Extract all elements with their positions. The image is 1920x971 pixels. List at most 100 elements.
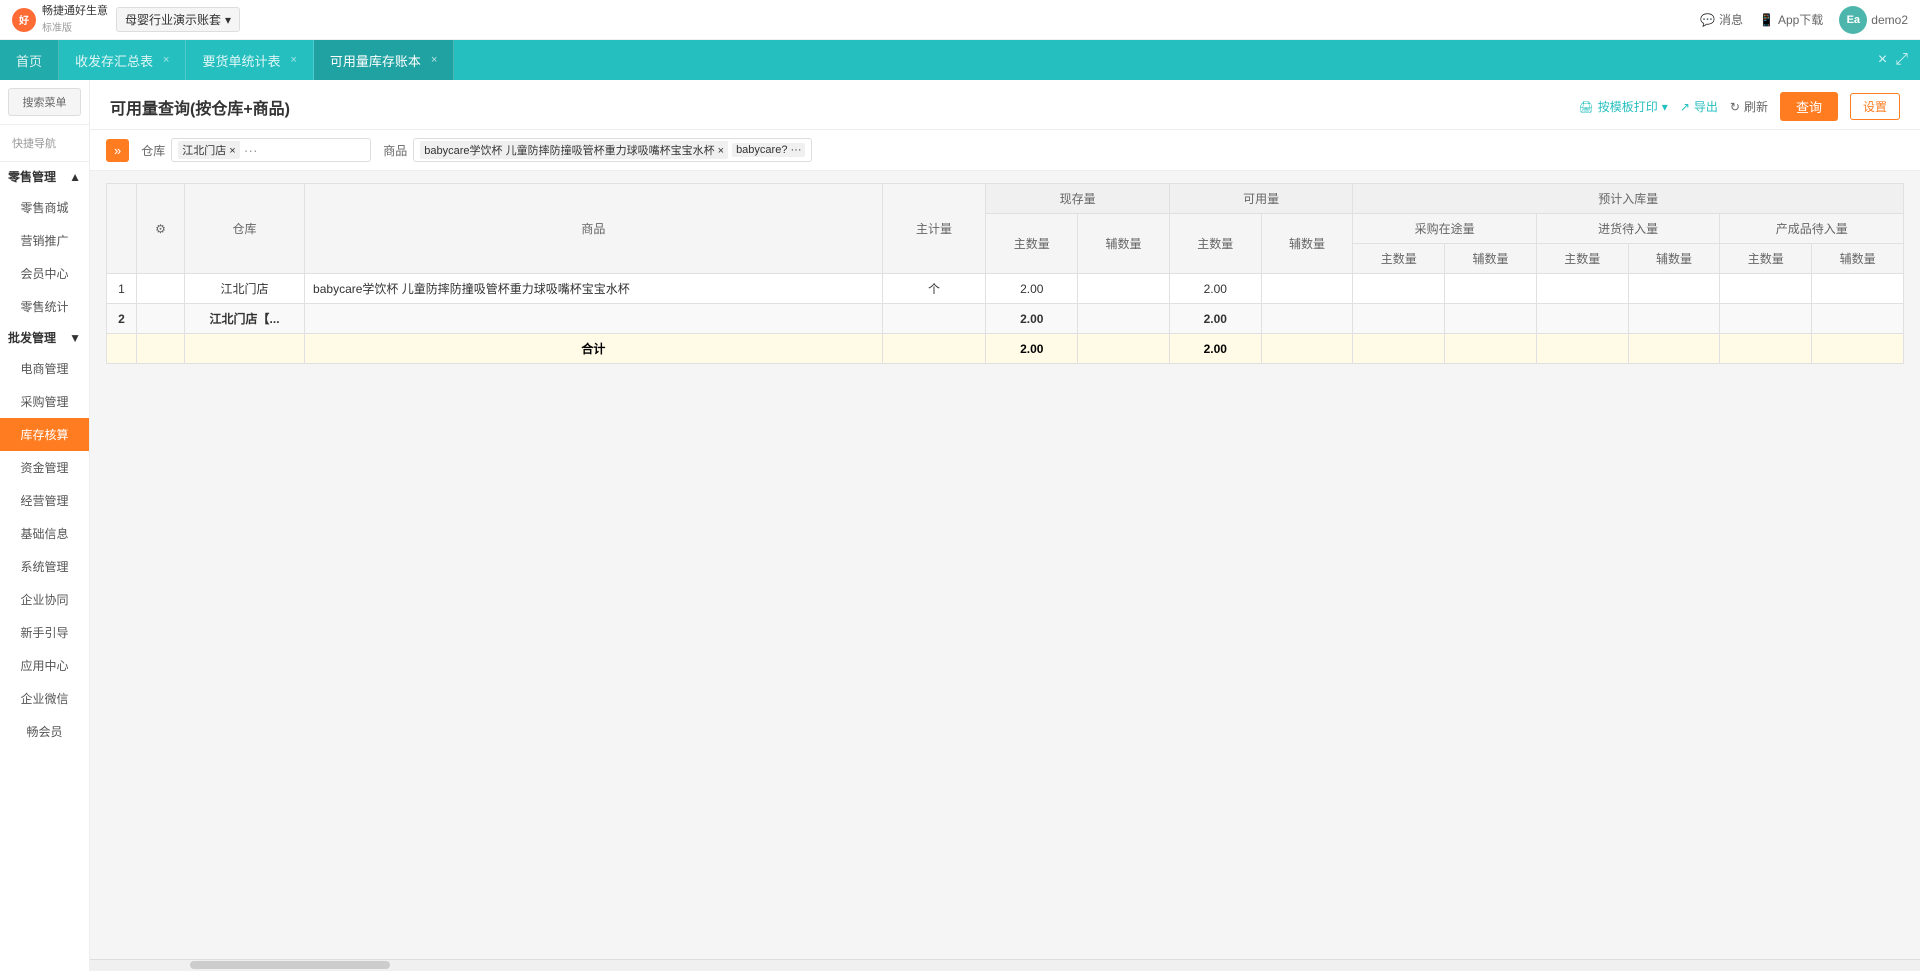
- summary-empty-3: [185, 334, 305, 364]
- table-area: ⚙ 仓库 商品 主计量 现存量 可用量 预计入库量 主数量 辅数量 主数量 辅数…: [90, 171, 1920, 959]
- filter-bar: » 仓库 江北门店 × ··· 商品 babycare学饮杯 儿童防摔防撞吸管杯…: [90, 130, 1920, 171]
- cell-avail-main-1: 2.00: [1169, 274, 1261, 304]
- cell-stock-main-1: 2.00: [986, 274, 1078, 304]
- cell-unit-1: 个: [882, 274, 986, 304]
- sidebar-item-retail-mall[interactable]: 零售商城: [0, 191, 89, 224]
- sidebar-item-purchase[interactable]: 采购管理: [0, 385, 89, 418]
- settings-button[interactable]: 设置: [1850, 93, 1900, 120]
- sidebar-item-operations[interactable]: 经营管理: [0, 484, 89, 517]
- app-download-label: App下载: [1778, 11, 1823, 28]
- th-settings[interactable]: ⚙: [137, 184, 185, 274]
- warehouse-filter-dots[interactable]: ···: [244, 142, 258, 158]
- tab-receipts-close[interactable]: ×: [163, 54, 169, 66]
- sidebar-item-basics[interactable]: 基础信息: [0, 517, 89, 550]
- sidebar-item-purchase-label: 采购管理: [20, 393, 68, 410]
- sidebar-item-new-guide[interactable]: 新手引导: [0, 616, 89, 649]
- tab-order-stats[interactable]: 要货单统计表 ×: [186, 40, 313, 80]
- sidebar-item-ecommerce[interactable]: 电商管理: [0, 352, 89, 385]
- sidebar-item-member[interactable]: 会员中心: [0, 257, 89, 290]
- cell-incoming-main-1: [1536, 274, 1628, 304]
- sidebar-item-enterprise[interactable]: 企业协同: [0, 583, 89, 616]
- sidebar-item-system-label: 系统管理: [20, 558, 68, 575]
- close-window-icon[interactable]: ×: [1878, 51, 1887, 69]
- query-button[interactable]: 查询: [1780, 92, 1838, 121]
- product-tag-area[interactable]: babycare学饮杯 儿童防摔防撞吸管杯重力球吸嘴杯宝宝水杯 × babyca…: [413, 138, 812, 162]
- cell-unit-2: [882, 304, 986, 334]
- avatar: Ea: [1839, 6, 1867, 34]
- restore-window-icon[interactable]: ⤢: [1895, 51, 1908, 69]
- message-btn[interactable]: 💬 消息: [1700, 11, 1743, 28]
- user-area[interactable]: Ea demo2: [1839, 6, 1908, 34]
- th-purchase-transit: 采购在途量: [1353, 214, 1537, 244]
- sidebar-item-retail-mgmt[interactable]: 零售管理 ▲: [0, 162, 89, 191]
- cell-index-1: 1: [107, 274, 137, 304]
- horizontal-scrollbar[interactable]: [90, 959, 1920, 971]
- search-menu-btn[interactable]: 搜索菜单: [8, 88, 81, 116]
- industry-selector-label: 母婴行业演示账套: [125, 11, 221, 28]
- summary-label: 合计: [305, 334, 883, 364]
- nav-tab-spacer: [454, 40, 1865, 80]
- top-bar-right: 💬 消息 📱 App下载 Ea demo2: [1700, 6, 1908, 34]
- tab-receipts[interactable]: 收发存汇总表 ×: [59, 40, 186, 80]
- th-warehouse: 仓库: [185, 184, 305, 274]
- product-filter-group: 商品 babycare学饮杯 儿童防摔防撞吸管杯重力球吸嘴杯宝宝水杯 × bab…: [383, 138, 812, 162]
- industry-selector[interactable]: 母婴行业演示账套 ▾: [116, 7, 240, 32]
- sidebar-item-inventory[interactable]: 库存核算: [0, 418, 89, 451]
- sidebar-item-app-center[interactable]: 应用中心: [0, 649, 89, 682]
- sidebar-item-retail-stats[interactable]: 零售统计: [0, 290, 89, 323]
- th-incoming-main: 主数量: [1536, 244, 1628, 274]
- data-table: ⚙ 仓库 商品 主计量 现存量 可用量 预计入库量 主数量 辅数量 主数量 辅数…: [106, 183, 1904, 364]
- tab-available-stock-close[interactable]: ×: [431, 54, 437, 66]
- th-purchase-main: 主数量: [1353, 244, 1445, 274]
- sidebar-item-app-center-label: 应用中心: [20, 657, 68, 674]
- filter-toggle-btn[interactable]: »: [106, 139, 129, 162]
- summary-row: 合计 2.00 2.00: [107, 334, 1904, 364]
- page-actions: 🖨 按模板打印 ▾ ↗ 导出 ↻ 刷新 查询 设置: [1579, 92, 1900, 121]
- tab-available-stock-label: 可用量库存账本: [330, 51, 421, 70]
- sidebar-item-new-guide-label: 新手引导: [20, 624, 68, 641]
- sidebar-search: 搜索菜单: [0, 80, 89, 125]
- sidebar-item-vip[interactable]: 畅会员: [0, 715, 89, 748]
- scrollbar-thumb[interactable]: [190, 961, 390, 969]
- sidebar-item-inventory-label: 库存核算: [20, 426, 68, 443]
- summary-production-aux: [1812, 334, 1904, 364]
- summary-incoming-aux: [1628, 334, 1720, 364]
- app-download-btn[interactable]: 📱 App下载: [1759, 11, 1823, 28]
- warehouse-tag-text: 江北门店 ×: [182, 142, 235, 158]
- cell-warehouse-1: 江北门店: [185, 274, 305, 304]
- sidebar-item-vip-label: 畅会员: [26, 723, 62, 740]
- tab-order-stats-close[interactable]: ×: [290, 54, 296, 66]
- sidebar-item-system[interactable]: 系统管理: [0, 550, 89, 583]
- sidebar-item-enterprise-wechat[interactable]: 企业微信: [0, 682, 89, 715]
- sidebar-item-finance[interactable]: 资金管理: [0, 451, 89, 484]
- product-tag-2: babycare? ···: [732, 143, 805, 157]
- summary-production-main: [1720, 334, 1812, 364]
- sidebar-item-retail-mgmt-label: 零售管理: [8, 168, 56, 185]
- cell-settings-1: [137, 274, 185, 304]
- summary-empty-2: [137, 334, 185, 364]
- th-production-waiting: 产成品待入量: [1720, 214, 1904, 244]
- cell-stock-aux-2: [1078, 304, 1170, 334]
- sidebar-item-enterprise-wechat-label: 企业微信: [20, 690, 68, 707]
- warehouse-tag-area[interactable]: 江北门店 × ···: [171, 138, 371, 162]
- cell-product-2: [305, 304, 883, 334]
- summary-stock-main: 2.00: [986, 334, 1078, 364]
- logo-icon: 好: [12, 8, 36, 32]
- sidebar-item-wholesale[interactable]: 批发管理 ▼: [0, 323, 89, 352]
- th-purchase-aux: 辅数量: [1445, 244, 1537, 274]
- th-stock-aux: 辅数量: [1078, 214, 1170, 274]
- logo-area: 好 畅捷通好生意 标准版: [12, 5, 108, 33]
- export-icon: ↗: [1680, 100, 1690, 114]
- sidebar-item-retail-mall-label: 零售商城: [20, 199, 68, 216]
- sidebar-item-marketing[interactable]: 营销推广: [0, 224, 89, 257]
- summary-incoming-main: [1536, 334, 1628, 364]
- export-btn[interactable]: ↗ 导出: [1680, 98, 1718, 115]
- template-print-btn[interactable]: 🖨 按模板打印 ▾: [1579, 98, 1668, 115]
- tab-home[interactable]: 首页: [0, 40, 59, 80]
- refresh-btn[interactable]: ↻ 刷新: [1730, 98, 1768, 115]
- product-filter-label: 商品: [383, 142, 407, 159]
- cell-avail-aux-2: [1261, 304, 1353, 334]
- tab-available-stock[interactable]: 可用量库存账本 ×: [314, 40, 454, 80]
- sidebar-item-operations-label: 经营管理: [20, 492, 68, 509]
- product-tag-2-text: babycare? ···: [736, 144, 801, 156]
